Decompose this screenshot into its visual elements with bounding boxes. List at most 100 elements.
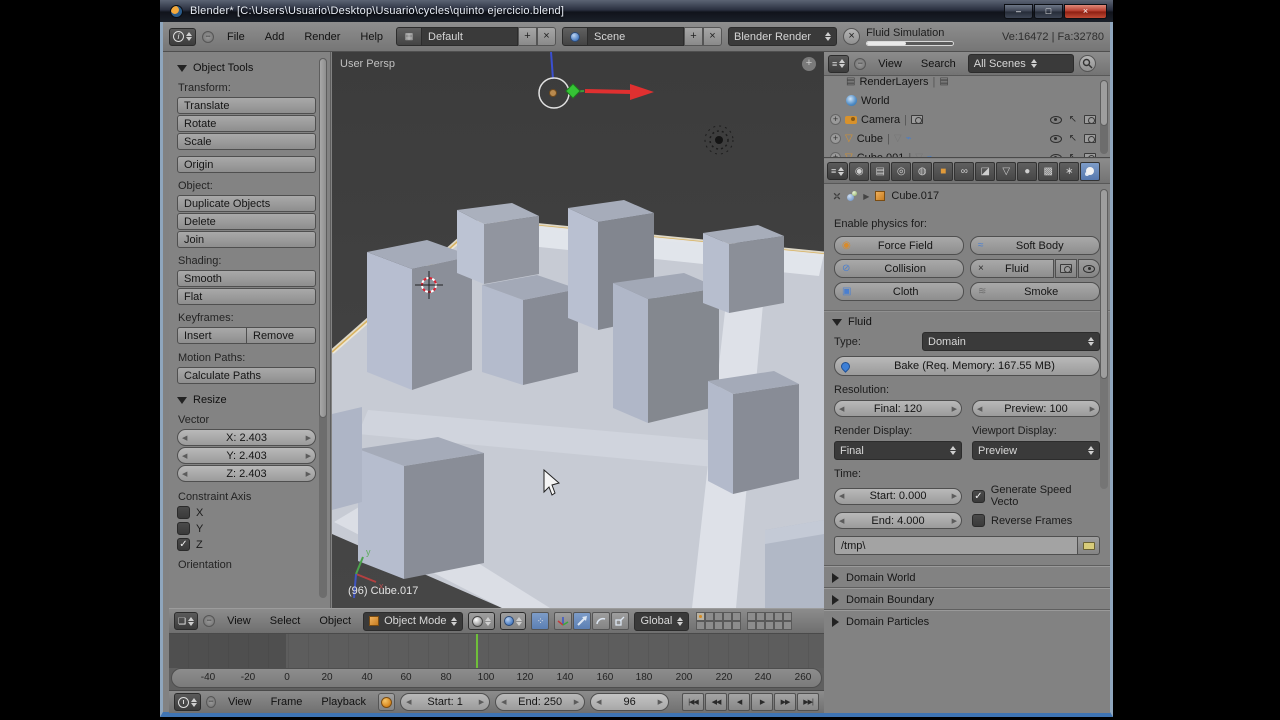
render-display-dropdown[interactable]: Final bbox=[834, 441, 962, 460]
scene-selector[interactable]: Scene + × bbox=[562, 27, 723, 46]
menu-view[interactable]: View bbox=[871, 58, 909, 70]
tab-texture[interactable]: ▩ bbox=[1038, 161, 1059, 181]
visibility-eye-icon[interactable] bbox=[1049, 153, 1062, 157]
jump-to-start-button[interactable]: |◀◀ bbox=[682, 693, 705, 711]
tab-material[interactable]: ● bbox=[1017, 161, 1038, 181]
constraint-x-checkbox[interactable] bbox=[177, 506, 190, 519]
transform-orientation-dropdown[interactable]: Global bbox=[634, 611, 690, 631]
menu-render[interactable]: Render bbox=[297, 31, 347, 43]
play-reverse-button[interactable]: ◀ bbox=[728, 693, 751, 711]
tab-physics[interactable] bbox=[1080, 161, 1101, 181]
tab-particles[interactable]: ∗ bbox=[1059, 161, 1080, 181]
fluid-panel-header[interactable]: Fluid bbox=[832, 316, 1100, 328]
preview-resolution-field[interactable]: ◀ Preview: 100 ▶ bbox=[972, 400, 1100, 417]
renderable-camera-icon[interactable] bbox=[1084, 115, 1096, 124]
menu-view[interactable]: View bbox=[220, 615, 258, 627]
tab-render[interactable]: ◉ bbox=[849, 161, 870, 181]
menu-object[interactable]: Object bbox=[312, 615, 358, 627]
shading-dropdown[interactable] bbox=[468, 612, 496, 630]
selectable-cursor-icon[interactable]: ↖ bbox=[1069, 114, 1077, 125]
search-icon[interactable] bbox=[1078, 55, 1096, 72]
layer-buttons[interactable] bbox=[696, 612, 793, 630]
building[interactable] bbox=[765, 520, 824, 608]
display-scope-dropdown[interactable]: All Scenes bbox=[967, 54, 1074, 73]
building[interactable] bbox=[482, 275, 578, 385]
next-keyframe-button[interactable]: ▶▶ bbox=[774, 693, 797, 711]
scene-name[interactable]: Scene bbox=[588, 27, 685, 46]
speed-vectors-option[interactable]: ✓ Generate Speed Vecto bbox=[972, 484, 1100, 508]
collision-button[interactable]: ⊘ Collision bbox=[834, 259, 964, 278]
editor-type-selector[interactable]: ≡ bbox=[827, 162, 849, 180]
visibility-eye-icon[interactable] bbox=[1049, 134, 1062, 143]
menu-file[interactable]: File bbox=[220, 31, 252, 43]
delete-layout-button[interactable]: × bbox=[537, 27, 557, 46]
fluid-render-toggle[interactable] bbox=[1055, 259, 1077, 278]
outliner-scrollbar[interactable] bbox=[1100, 80, 1108, 154]
jump-to-end-button[interactable]: ▶▶| bbox=[797, 693, 820, 711]
cancel-job-button[interactable]: × bbox=[843, 28, 861, 45]
translate-button[interactable]: Translate bbox=[177, 97, 316, 114]
add-layout-button[interactable]: + bbox=[518, 27, 538, 46]
viewport-display-dropdown[interactable]: Preview bbox=[972, 441, 1100, 460]
minimize-button[interactable]: – bbox=[1004, 3, 1033, 19]
current-frame-field[interactable]: ◀ 96 ▶ bbox=[590, 693, 670, 711]
timeline-editor[interactable]: -40 -20 0 20 40 60 80 100 120 140 160 18… bbox=[169, 634, 824, 690]
domain-particles-panel-header[interactable]: Domain Particles bbox=[824, 610, 1110, 632]
auto-keyframe-button[interactable] bbox=[378, 693, 396, 711]
slider-right-icon[interactable]: ▶ bbox=[306, 452, 311, 460]
tab-world[interactable]: ◍ bbox=[912, 161, 933, 181]
collapse-menus-icon[interactable]: − bbox=[854, 57, 867, 70]
insert-keyframe-button[interactable]: Insert bbox=[177, 327, 247, 344]
tab-scene[interactable]: ◎ bbox=[891, 161, 912, 181]
outliner-row-cube001[interactable]: + ▽ Cube.001 | ▽ ⌁ ↖ bbox=[824, 148, 1110, 157]
collapse-menus-icon[interactable]: − bbox=[203, 615, 216, 627]
layout-name[interactable]: Default bbox=[422, 27, 519, 46]
previous-keyframe-button[interactable]: ◀◀ bbox=[705, 693, 728, 711]
slider-right-icon[interactable]: ▶ bbox=[306, 470, 311, 478]
constraint-z-checkbox[interactable]: ✓ bbox=[177, 538, 190, 551]
origin-button[interactable]: Origin bbox=[177, 156, 316, 173]
fluid-type-dropdown[interactable]: Domain bbox=[922, 332, 1100, 351]
menu-playback[interactable]: Playback bbox=[314, 696, 373, 708]
building[interactable] bbox=[367, 240, 472, 390]
resize-y-field[interactable]: ◀ Y: 2.403 ▶ bbox=[177, 447, 316, 464]
expand-icon[interactable]: + bbox=[830, 114, 841, 125]
bake-button[interactable]: Bake (Req. Memory: 167.55 MB) bbox=[834, 356, 1100, 376]
soft-body-button[interactable]: ≈ Soft Body bbox=[970, 236, 1100, 255]
expand-icon[interactable]: + bbox=[830, 133, 841, 144]
play-button[interactable]: ▶ bbox=[751, 693, 774, 711]
menu-view[interactable]: View bbox=[221, 696, 259, 708]
editor-type-selector[interactable] bbox=[174, 693, 201, 711]
tab-object-data[interactable]: ▽ bbox=[996, 161, 1017, 181]
scale-manipulator-button[interactable] bbox=[611, 612, 630, 630]
maximize-button[interactable]: □ bbox=[1034, 3, 1063, 19]
smooth-button[interactable]: Smooth bbox=[177, 270, 316, 287]
collapse-menus-icon[interactable]: − bbox=[202, 30, 214, 43]
scale-button[interactable]: Scale bbox=[177, 133, 316, 150]
lamp-widget[interactable] bbox=[538, 52, 654, 109]
tab-object[interactable]: ■ bbox=[933, 161, 954, 181]
pivot-dropdown[interactable] bbox=[500, 612, 527, 630]
outliner-row-camera[interactable]: + Camera | ↖ bbox=[824, 110, 1110, 129]
selectable-cursor-icon[interactable]: ↖ bbox=[1069, 133, 1077, 144]
renderable-camera-icon[interactable] bbox=[1084, 134, 1096, 143]
fluid-viewport-toggle[interactable] bbox=[1078, 259, 1100, 278]
resize-panel-header[interactable]: Resize bbox=[177, 394, 316, 406]
3d-scene[interactable]: y x bbox=[332, 52, 824, 608]
resize-z-field[interactable]: ◀ Z: 2.403 ▶ bbox=[177, 465, 316, 482]
mode-dropdown[interactable]: Object Mode bbox=[363, 611, 464, 631]
remove-keyframe-button[interactable]: Remove bbox=[247, 327, 316, 344]
final-resolution-field[interactable]: ◀ Final: 120 ▶ bbox=[834, 400, 962, 417]
layer-cell-active[interactable] bbox=[696, 612, 706, 621]
properties-region-toggle-icon[interactable]: + bbox=[802, 57, 816, 71]
close-button[interactable]: × bbox=[1064, 3, 1107, 19]
editor-type-selector[interactable]: ≡ bbox=[828, 54, 850, 73]
reverse-frames-checkbox[interactable] bbox=[972, 514, 985, 527]
timeline-ruler[interactable]: -40 -20 0 20 40 60 80 100 120 140 160 18… bbox=[171, 668, 822, 688]
screen-layout-selector[interactable]: ▦ Default + × bbox=[396, 27, 557, 46]
end-frame-field[interactable]: ◀ End: 250 ▶ bbox=[495, 693, 586, 711]
menu-select[interactable]: Select bbox=[263, 615, 308, 627]
reverse-frames-option[interactable]: Reverse Frames bbox=[972, 514, 1100, 527]
outliner-row-world[interactable]: World bbox=[824, 91, 1110, 110]
tab-modifiers[interactable]: ◪ bbox=[975, 161, 996, 181]
